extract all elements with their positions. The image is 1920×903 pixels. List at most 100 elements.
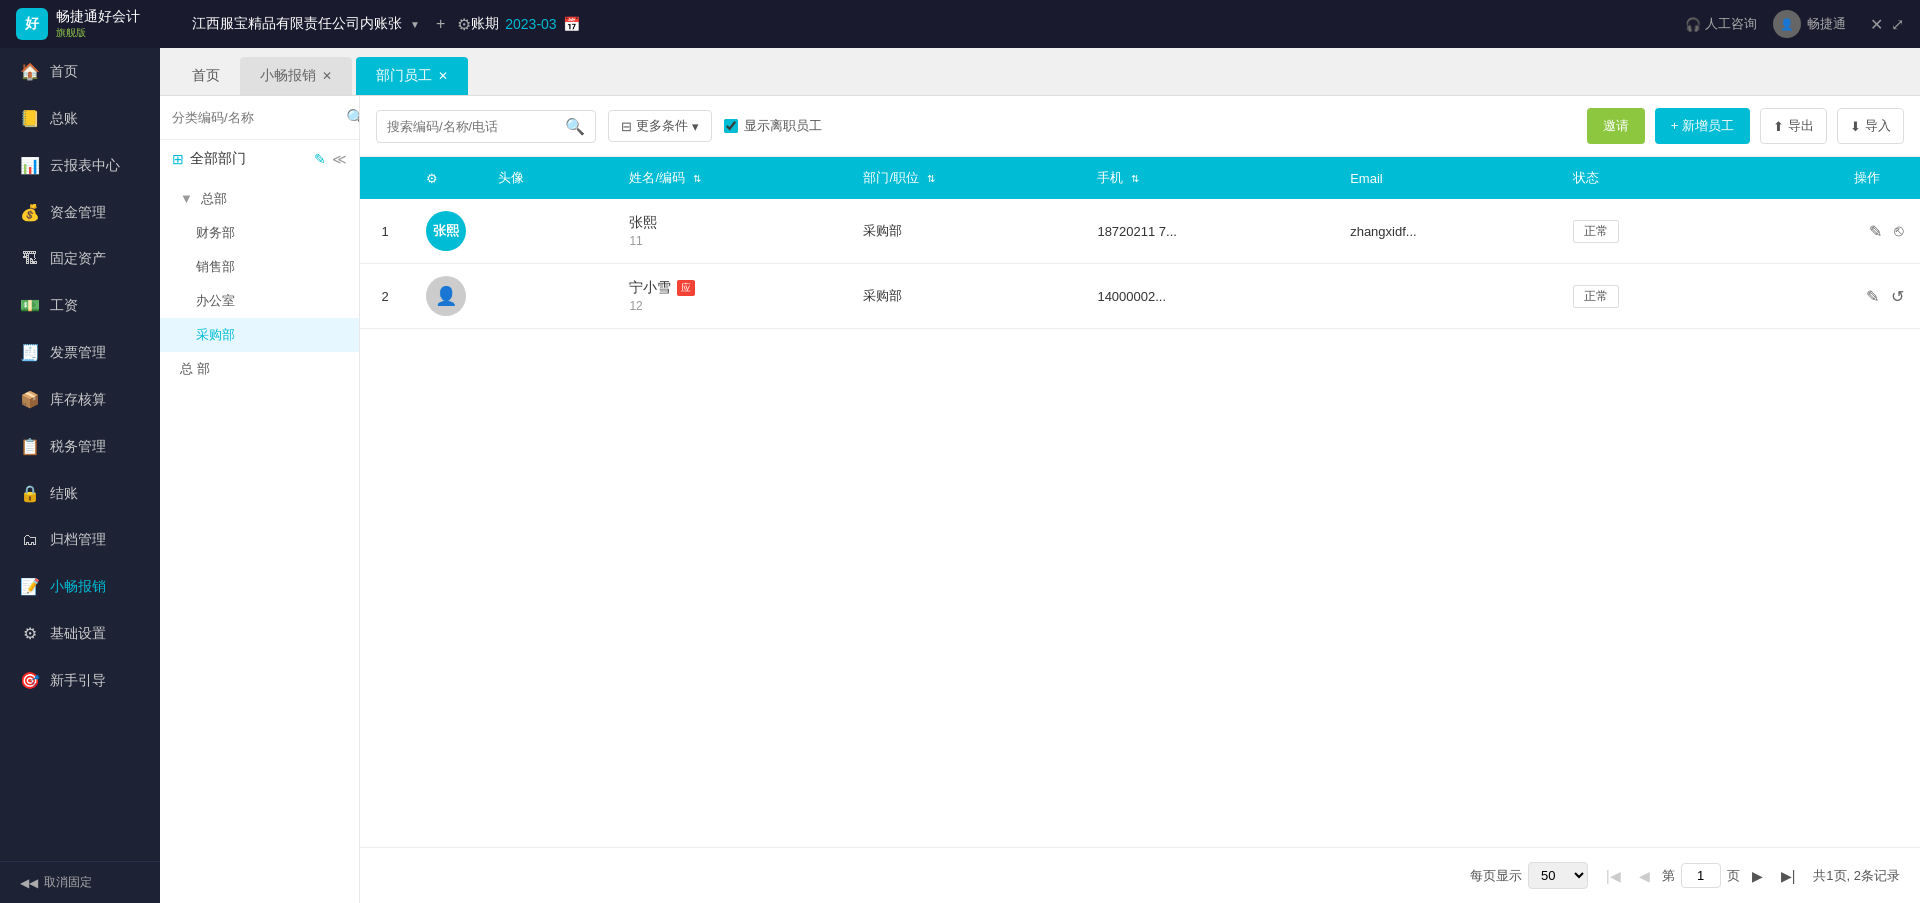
- tab-home[interactable]: 首页: [176, 57, 236, 95]
- logo-area: 好 畅捷通好会计 旗舰版: [16, 8, 176, 40]
- all-dept-label: 全部部门: [190, 150, 246, 168]
- funds-icon: 💰: [20, 203, 40, 222]
- last-page-button[interactable]: ▶|: [1775, 866, 1802, 886]
- user-avatar: 👤: [1773, 10, 1801, 38]
- closing-icon: 🔒: [20, 484, 40, 503]
- app-subtitle: 旗舰版: [56, 26, 140, 40]
- close-window-button[interactable]: ✕: [1870, 15, 1883, 34]
- row1-edit-icon[interactable]: ✎: [1869, 222, 1882, 241]
- payroll-icon: 💵: [20, 296, 40, 315]
- period-display: 账期 2023-03 📅: [471, 15, 579, 33]
- row2-index: 2: [360, 264, 410, 329]
- reports-icon: 📊: [20, 156, 40, 175]
- employee-search-box[interactable]: 🔍: [376, 110, 596, 143]
- per-page-dropdown[interactable]: 50 10 20 100: [1528, 862, 1588, 889]
- collapse-dept-icon[interactable]: ≪: [332, 151, 347, 167]
- prev-page-button[interactable]: ◀: [1633, 866, 1656, 886]
- row1-avatar-cell: 张熙: [410, 199, 482, 264]
- sidebar-item-tax[interactable]: 📋 税务管理: [0, 423, 160, 470]
- per-page-label: 每页显示: [1470, 867, 1522, 885]
- col-name-sort-icon: ⇅: [693, 173, 701, 184]
- sidebar-item-expense[interactable]: 📝 小畅报销: [0, 563, 160, 610]
- user-area[interactable]: 👤 畅捷通: [1773, 10, 1846, 38]
- row2-name-cell: 宁小雪 应 12: [613, 264, 847, 329]
- row1-email: zhangxidf...: [1334, 199, 1557, 264]
- tab-employees[interactable]: 部门员工 ✕: [356, 57, 468, 95]
- row2-avatar-cell: 👤: [410, 264, 482, 329]
- inner-layout: 🔍 ⊞ 全部部门 ✎ ≪ ▼: [160, 96, 1920, 903]
- row2-status: 正常: [1557, 264, 1734, 329]
- invite-button[interactable]: 邀请: [1587, 108, 1645, 144]
- col-index: [360, 157, 410, 199]
- col-name[interactable]: 姓名/编码 ⇅: [613, 157, 847, 199]
- show-resigned-checkbox[interactable]: [724, 119, 738, 133]
- dept-tree-hq[interactable]: ▼ 总部: [160, 182, 359, 216]
- col-email: Email: [1334, 157, 1557, 199]
- sidebar-item-invoices[interactable]: 🧾 发票管理: [0, 329, 160, 376]
- col-dept[interactable]: 部门/职位 ⇅: [847, 157, 1081, 199]
- sidebar-item-archive[interactable]: 🗂 归档管理: [0, 517, 160, 563]
- dept-search-input[interactable]: [172, 110, 340, 125]
- expense-icon: 📝: [20, 577, 40, 596]
- current-page-input[interactable]: [1681, 863, 1721, 888]
- tab-expense-close-icon[interactable]: ✕: [322, 69, 332, 83]
- row1-status-badge: 正常: [1573, 220, 1619, 243]
- tab-employees-close-icon[interactable]: ✕: [438, 69, 448, 83]
- dept-tree-purchase[interactable]: 采购部: [160, 318, 359, 352]
- col-settings[interactable]: ⚙: [410, 157, 482, 199]
- sidebar-item-closing[interactable]: 🔒 结账: [0, 470, 160, 517]
- row2-edit-icon[interactable]: ✎: [1866, 287, 1879, 306]
- edit-dept-icon[interactable]: ✎: [314, 151, 326, 167]
- sidebar-item-guide[interactable]: 🎯 新手引导: [0, 657, 160, 704]
- sidebar-item-inventory[interactable]: 📦 库存核算: [0, 376, 160, 423]
- col-status: 状态: [1557, 157, 1734, 199]
- filter-button[interactable]: ⊟ 更多条件 ▾: [608, 110, 712, 142]
- assets-icon: 🏗: [20, 250, 40, 268]
- show-resigned-area: 显示离职员工: [724, 117, 822, 135]
- sidebar-item-home[interactable]: 🏠 首页: [0, 48, 160, 95]
- dept-tree-office[interactable]: 办公室: [160, 284, 359, 318]
- top-header: 好 畅捷通好会计 旗舰版 江西服宝精品有限责任公司内账张 ▼ + ⚙ 账期 20…: [0, 0, 1920, 48]
- next-page-button[interactable]: ▶: [1746, 866, 1769, 886]
- row2-name-main: 宁小雪 应: [629, 279, 831, 297]
- first-page-button[interactable]: |◀: [1600, 866, 1627, 886]
- dept-tree-general[interactable]: 总 部: [160, 352, 359, 386]
- dept-search-icon[interactable]: 🔍: [346, 108, 360, 127]
- calendar-icon[interactable]: 📅: [563, 16, 580, 32]
- home-icon: 🏠: [20, 62, 40, 81]
- dept-tree-finance[interactable]: 财务部: [160, 216, 359, 250]
- all-dept-header[interactable]: ⊞ 全部部门 ✎ ≪: [160, 140, 359, 178]
- col-phone[interactable]: 手机 ⇅: [1081, 157, 1334, 199]
- dept-general-label: 总 部: [180, 361, 210, 376]
- row1-delete-icon[interactable]: ⎋: [1894, 222, 1904, 240]
- department-panel: 🔍 ⊞ 全部部门 ✎ ≪ ▼: [160, 96, 360, 903]
- inventory-icon: 📦: [20, 390, 40, 409]
- add-company-button[interactable]: +: [436, 15, 445, 33]
- support-button[interactable]: 🎧 人工咨询: [1685, 15, 1757, 33]
- sidebar-item-assets[interactable]: 🏗 固定资产: [0, 236, 160, 282]
- row2-refresh-icon[interactable]: ↺: [1891, 287, 1904, 306]
- sidebar: 🏠 首页 📒 总账 📊 云报表中心 💰 资金管理 🏗 固定资产 💵 工资 🧾 发…: [0, 48, 160, 903]
- toolbar-right: 邀请 + 新增员工 ⬆ 导出 ⬇ 导入: [1587, 108, 1904, 144]
- sidebar-item-funds[interactable]: 💰 资金管理: [0, 189, 160, 236]
- tab-expense[interactable]: 小畅报销 ✕: [240, 57, 352, 95]
- maximize-window-button[interactable]: ⤢: [1891, 15, 1904, 34]
- export-button[interactable]: ⬆ 导出: [1760, 108, 1827, 144]
- settings-icon[interactable]: ⚙: [457, 15, 471, 34]
- unpin-button[interactable]: ◀◀ 取消固定: [0, 861, 160, 903]
- sidebar-item-ledger[interactable]: 📒 总账: [0, 95, 160, 142]
- import-button[interactable]: ⬇ 导入: [1837, 108, 1904, 144]
- sidebar-item-payroll[interactable]: 💵 工资: [0, 282, 160, 329]
- employee-search-input[interactable]: [387, 119, 559, 134]
- col-phone-sort-icon: ⇅: [1131, 173, 1139, 184]
- row1-name: 张熙: [629, 214, 657, 232]
- sidebar-item-settings[interactable]: ⚙ 基础设置: [0, 610, 160, 657]
- row2-name-block: 宁小雪 应 12: [629, 279, 831, 313]
- dept-tree-sales[interactable]: 销售部: [160, 250, 359, 284]
- all-dept-label-area: ⊞ 全部部门: [172, 150, 246, 168]
- table-settings-icon[interactable]: ⚙: [426, 171, 438, 186]
- sidebar-item-reports[interactable]: 📊 云报表中心: [0, 142, 160, 189]
- add-employee-button[interactable]: + 新增员工: [1655, 108, 1750, 144]
- company-selector[interactable]: 江西服宝精品有限责任公司内账张 ▼: [192, 15, 420, 33]
- row2-dept: 采购部: [847, 264, 1081, 329]
